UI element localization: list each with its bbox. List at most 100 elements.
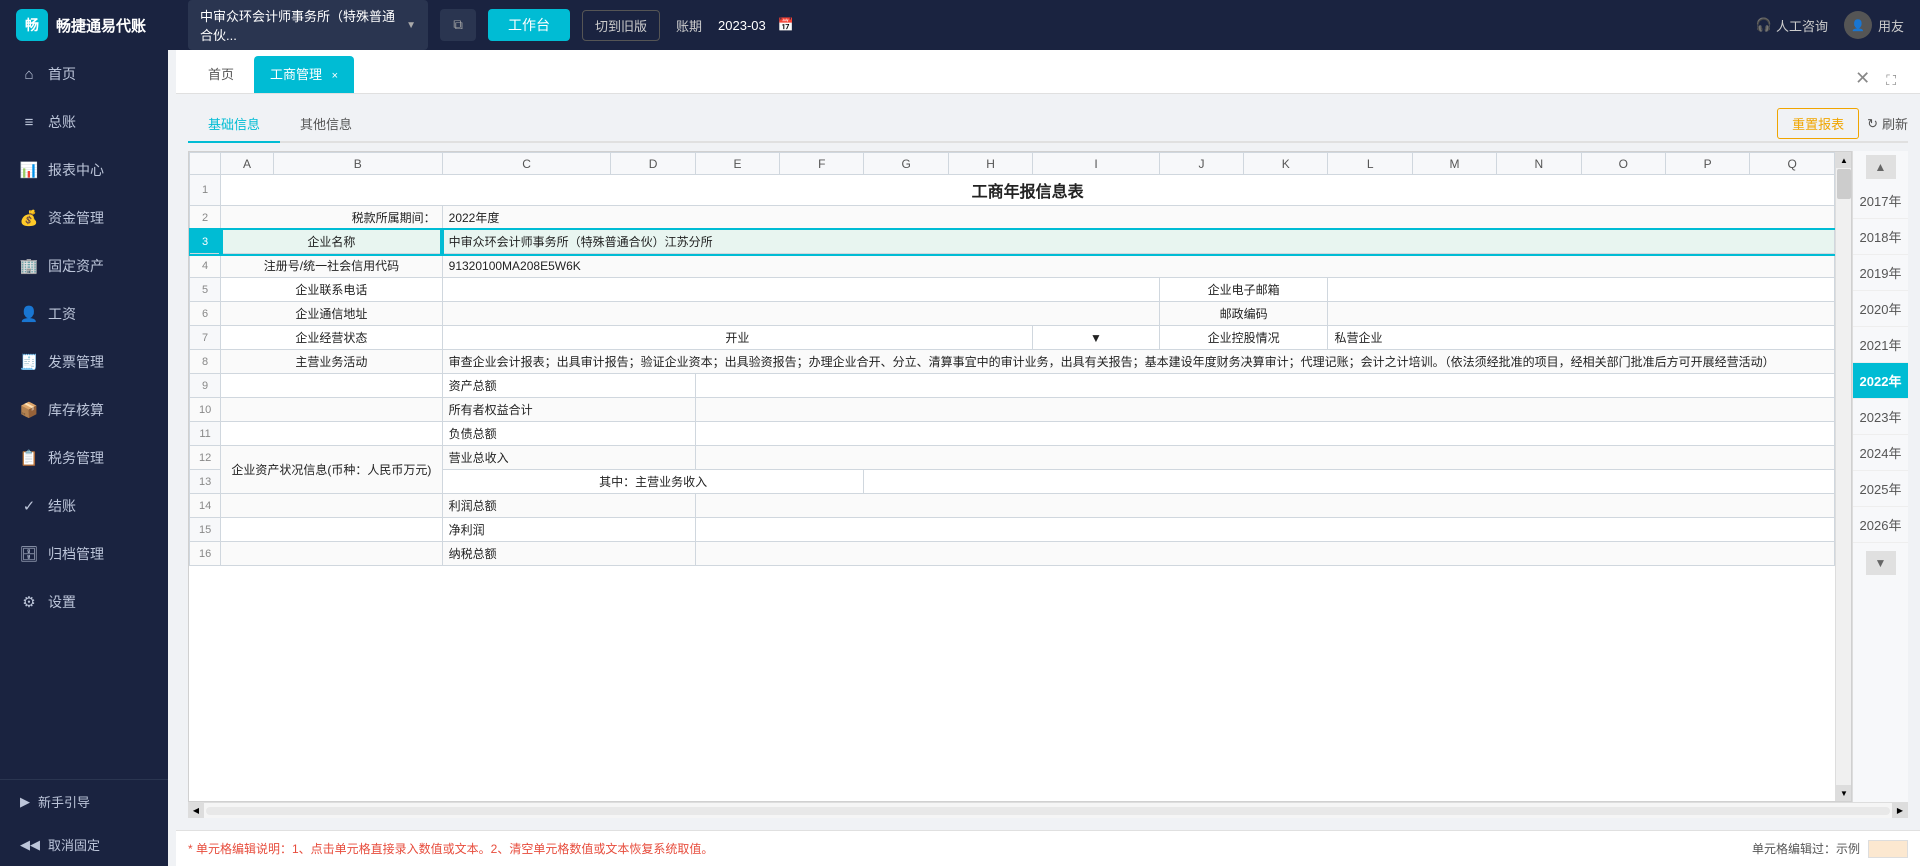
sidebar-item-settings[interactable]: ⚙ 设置	[0, 578, 168, 626]
table-cell[interactable]: 企业通信地址	[221, 302, 442, 326]
year-item-2021[interactable]: 2021年	[1853, 327, 1908, 363]
table-cell[interactable]	[221, 398, 442, 422]
table-cell[interactable]: 2022年度	[442, 206, 1834, 230]
company-selector[interactable]: 中审众环会计师事务所（特殊普通合伙... ▼	[188, 0, 428, 50]
table-cell[interactable]	[864, 470, 1835, 494]
year-panel-bottom: ▼	[1866, 543, 1896, 583]
workbench-button[interactable]: 工作台	[488, 9, 570, 41]
table-cell[interactable]: 企业联系电话	[221, 278, 442, 302]
table-cell[interactable]	[695, 398, 1834, 422]
table-cell[interactable]: 企业控股情况	[1159, 326, 1328, 350]
year-item-2023[interactable]: 2023年	[1853, 399, 1908, 435]
sidebar-item-archive[interactable]: 🗄 归档管理	[0, 530, 168, 578]
table-cell[interactable]: 中审众环会计师事务所（特殊普通合伙）江苏分所	[442, 230, 1834, 254]
table-cell[interactable]	[695, 422, 1834, 446]
table-cell[interactable]	[1328, 278, 1835, 302]
table-cell[interactable]: 其中：主营业务收入	[442, 470, 864, 494]
calendar-icon[interactable]: 📅	[778, 17, 794, 33]
unpin-sidebar[interactable]: ◀◀ 取消固定	[0, 823, 168, 866]
table-cell-title[interactable]: 工商年报信息表	[221, 175, 1835, 206]
sidebar-item-home[interactable]: ⌂ 首页	[0, 50, 168, 98]
table-cell[interactable]	[221, 494, 442, 518]
table-cell[interactable]: 企业名称	[221, 230, 442, 254]
sidebar-resize-handle[interactable]	[168, 50, 176, 866]
reset-report-button[interactable]: 重置报表	[1777, 108, 1859, 139]
scroll-track[interactable]	[1836, 168, 1851, 785]
table-cell[interactable]: 注册号/统一社会信用代码	[221, 254, 442, 278]
sidebar-item-invoice[interactable]: 🧾 发票管理	[0, 338, 168, 386]
hscroll-right-button[interactable]: ▶	[1892, 803, 1908, 819]
horizontal-scrollbar[interactable]: ◀ ▶	[188, 802, 1908, 818]
table-cell[interactable]	[695, 446, 1834, 470]
year-item-2024[interactable]: 2024年	[1853, 435, 1908, 471]
sidebar-item-ledger[interactable]: ≡ 总账	[0, 98, 168, 146]
user-menu[interactable]: 👤 用友	[1844, 11, 1904, 39]
panel-expand-button[interactable]: ⛶	[1878, 68, 1904, 93]
table-cell[interactable]: 开业	[442, 326, 1033, 350]
table-cell[interactable]: 资产总额	[442, 374, 695, 398]
table-cell[interactable]	[695, 374, 1834, 398]
tab-close-icon[interactable]: ×	[332, 70, 338, 82]
table-cell[interactable]: 主营业务活动	[221, 350, 442, 374]
table-cell[interactable]: 利润总额	[442, 494, 695, 518]
hscroll-track[interactable]	[206, 807, 1890, 815]
scroll-down-button[interactable]: ▼	[1836, 785, 1852, 801]
sidebar-item-wages[interactable]: 👤 工资	[0, 290, 168, 338]
table-cell[interactable]: 纳税总额	[442, 542, 695, 566]
table-cell[interactable]	[221, 542, 442, 566]
sidebar-item-close[interactable]: ✓ 结账	[0, 482, 168, 530]
table-cell[interactable]: 企业经营状态	[221, 326, 442, 350]
dropdown-arrow[interactable]: ▼	[1033, 326, 1160, 350]
table-cell[interactable]	[442, 278, 1159, 302]
table-cell[interactable]: 税款所属期间：	[221, 206, 442, 230]
table-cell[interactable]: 邮政编码	[1159, 302, 1328, 326]
year-item-2019[interactable]: 2019年	[1853, 255, 1908, 291]
table-cell[interactable]: 所有者权益合计	[442, 398, 695, 422]
table-cell[interactable]	[442, 302, 1159, 326]
year-item-2025[interactable]: 2025年	[1853, 471, 1908, 507]
table-cell[interactable]: 企业资产状况信息(币种：人民币万元)	[221, 446, 442, 494]
old-version-button[interactable]: 切到旧版	[582, 10, 660, 41]
panel-close-button[interactable]: ✕	[1847, 64, 1878, 93]
sidebar-item-tax[interactable]: 📋 税务管理	[0, 434, 168, 482]
copy-button[interactable]: ⧉	[440, 9, 476, 41]
table-cell[interactable]	[1328, 302, 1835, 326]
tab-home[interactable]: 首页	[192, 56, 250, 93]
table-cell[interactable]: 私营企业	[1328, 326, 1835, 350]
table-cell[interactable]	[221, 374, 442, 398]
table-cell[interactable]: 负债总额	[442, 422, 695, 446]
table-cell[interactable]: 净利润	[442, 518, 695, 542]
year-item-2017[interactable]: 2017年	[1853, 183, 1908, 219]
year-item-2026[interactable]: 2026年	[1853, 507, 1908, 543]
new-user-guide[interactable]: ▶ 新手引导	[0, 780, 168, 823]
tab-business-management[interactable]: 工商管理 ×	[254, 56, 354, 93]
year-item-2018[interactable]: 2018年	[1853, 219, 1908, 255]
sub-tab-other-info[interactable]: 其他信息	[280, 106, 372, 143]
spreadsheet-main[interactable]: A B C D E F G H I J	[189, 152, 1835, 801]
table-cell[interactable]: 营业总收入	[442, 446, 695, 470]
sidebar-item-report[interactable]: 📊 报表中心	[0, 146, 168, 194]
hscroll-left-button[interactable]: ◀	[188, 803, 204, 819]
table-cell[interactable]	[221, 422, 442, 446]
consult-button[interactable]: 🎧 人工咨询	[1756, 16, 1828, 35]
scroll-up-button[interactable]: ▲	[1836, 152, 1852, 168]
sidebar-label-funds: 资金管理	[48, 208, 104, 228]
scroll-thumb[interactable]	[1837, 169, 1851, 199]
table-cell[interactable]	[695, 518, 1834, 542]
refresh-button[interactable]: ↻ 刷新	[1867, 114, 1908, 133]
sidebar-item-funds[interactable]: 💰 资金管理	[0, 194, 168, 242]
vertical-scrollbar[interactable]: ▲ ▼	[1835, 152, 1851, 801]
sidebar-item-assets[interactable]: 🏢 固定资产	[0, 242, 168, 290]
year-scroll-down-button[interactable]: ▼	[1866, 551, 1896, 575]
sub-tab-basic-info[interactable]: 基础信息	[188, 106, 280, 143]
table-cell[interactable]: 审查企业会计报表；出具审计报告；验证企业资本；出具验资报告；办理企业合开、分立、…	[442, 350, 1834, 374]
table-cell[interactable]	[695, 542, 1834, 566]
table-cell[interactable]: 91320100MA208E5W6K	[442, 254, 1834, 278]
year-item-2022[interactable]: 2022年	[1853, 363, 1908, 399]
table-cell[interactable]: 企业电子邮箱	[1159, 278, 1328, 302]
table-cell[interactable]	[695, 494, 1834, 518]
sidebar-item-inventory[interactable]: 📦 库存核算	[0, 386, 168, 434]
year-scroll-up-button[interactable]: ▲	[1866, 155, 1896, 179]
year-item-2020[interactable]: 2020年	[1853, 291, 1908, 327]
table-cell[interactable]	[221, 518, 442, 542]
